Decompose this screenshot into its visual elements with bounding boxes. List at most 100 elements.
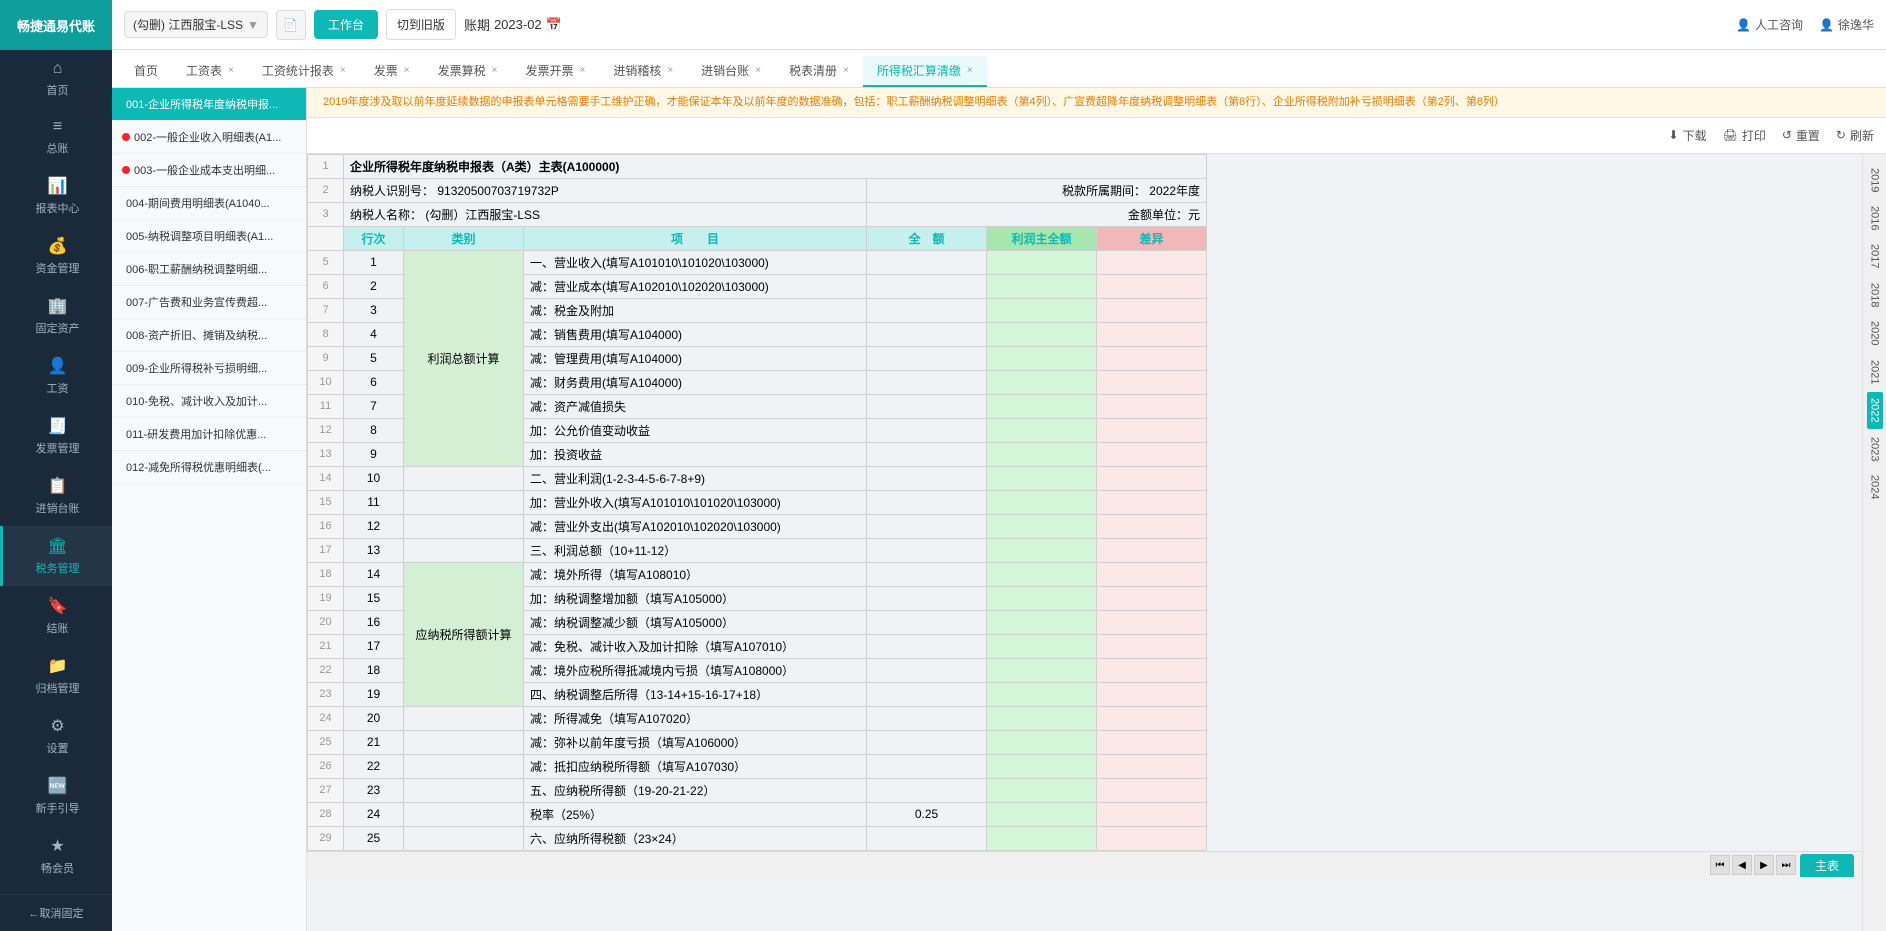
ai-consult-button[interactable]: 👤 人工咨询 (1736, 16, 1803, 33)
sheet-tabs: ⏮ ◀ ▶ ⏭ 主表 (307, 851, 1862, 879)
sidebar-item-sales[interactable]: 📋 进销台账 (0, 466, 112, 526)
col-header-diff: 差异 (1097, 226, 1207, 250)
sidebar-item-label: 发票管理 (36, 440, 80, 456)
sidebar-item-close[interactable]: 🔖 结账 (0, 586, 112, 646)
table-row: 25 21 减：弥补以前年度亏损（填写A106000） (308, 730, 1207, 754)
tab-invoice-tax[interactable]: 发票算税 × (424, 56, 512, 87)
year-nav-2018[interactable]: 2018 (1867, 277, 1883, 313)
table-row: 26 22 减：抵扣应纳税所得额（填写A107030） (308, 754, 1207, 778)
sheet-toolbar: ⬇ 下载 🖨 打印 ↺ 重置 ↻ 刷新 (307, 118, 1886, 154)
sidebar-item-guide[interactable]: 🆕 新手引导 (0, 766, 112, 826)
close-tab-invoice[interactable]: × (404, 65, 410, 76)
form-list-item-011[interactable]: 011-研发费用加计扣除优惠... (112, 418, 306, 451)
refresh-button[interactable]: ↻ 刷新 (1836, 127, 1874, 144)
sidebar-item-label: 畅会员 (41, 860, 74, 876)
sidebar-item-home[interactable]: ⌂ 首页 (0, 50, 112, 108)
close-tab-sales-check[interactable]: × (667, 65, 673, 76)
close-tab-invoice-tax[interactable]: × (492, 65, 498, 76)
print-icon: 🖨 (1723, 128, 1738, 142)
reset-button[interactable]: ↺ 重置 (1782, 127, 1820, 144)
workbench-button[interactable]: 工作台 (314, 10, 378, 39)
table-row: 15 11 加：营业外收入(填写A101010\101020\103000) (308, 490, 1207, 514)
tab-invoice[interactable]: 发票 × (360, 56, 424, 87)
payroll-icon: 👤 (48, 356, 68, 376)
sidebar-item-invoice[interactable]: 🧾 发票管理 (0, 406, 112, 466)
download-icon: ⬇ (1669, 128, 1679, 142)
sidebar-item-label: 设置 (47, 740, 69, 756)
sidebar-item-tax[interactable]: 🏛 税务管理 (0, 526, 112, 586)
form-list-item-012[interactable]: 012-减免所得税优惠明细表(... (112, 451, 306, 484)
tab-income-tax[interactable]: 所得税汇算清缴 × (863, 56, 987, 87)
sidebar-item-ledger[interactable]: ≡ 总账 (0, 108, 112, 166)
sidebar-nav: ⌂ 首页 ≡ 总账 📊 报表中心 💰 资金管理 🏢 固定资产 👤 工资 (0, 50, 112, 894)
tab-sales-check[interactable]: 进销稽核 × (599, 56, 687, 87)
form-list-item-001[interactable]: 001-企业所得税年度纳税申报... (112, 88, 306, 121)
sidebar-item-label: 固定资产 (36, 320, 80, 336)
close-tab-sales-ledger[interactable]: × (755, 65, 761, 76)
tab-payroll[interactable]: 工资表 × (172, 56, 248, 87)
sidebar-item-payroll[interactable]: 👤 工资 (0, 346, 112, 406)
warning-bar: 2019年度涉及取以前年度延续数据的申报表单元格需要手工维护正确，才能保证本年及… (307, 88, 1886, 118)
sheet-nav-next[interactable]: ▶ (1754, 855, 1774, 875)
sheet-tab-main[interactable]: 主表 (1800, 854, 1854, 877)
form-list-item-005[interactable]: 005-纳税调整项目明细表(A1... (112, 220, 306, 253)
sidebar-item-label: 进销台账 (36, 500, 80, 516)
spreadsheet-area: 1 企业所得税年度纳税申报表（A类）主表(A100000) 2 纳税人识别号： (307, 154, 1886, 931)
status-dot-002 (122, 133, 130, 141)
sheet-nav-last[interactable]: ⏭ (1776, 855, 1796, 875)
close-tab-invoice-open[interactable]: × (579, 65, 585, 76)
form-list-item-010[interactable]: 010-免税、减计收入及加计... (112, 385, 306, 418)
year-nav-2021[interactable]: 2021 (1867, 354, 1883, 390)
col-header-rownum (308, 226, 344, 250)
close-tab-tax-clearance[interactable]: × (843, 65, 849, 76)
sidebar-pin-toggle[interactable]: ←取消固定 (0, 894, 112, 931)
tab-invoice-open[interactable]: 发票开票 × (511, 56, 599, 87)
sheet-wrapper[interactable]: 1 企业所得税年度纳税申报表（A类）主表(A100000) 2 纳税人识别号： (307, 154, 1862, 931)
form-list-item-003[interactable]: 003-一般企业成本支出明细... (112, 154, 306, 187)
form-list-item-007[interactable]: 007-广告费和业务宣传费超... (112, 286, 306, 319)
tab-home[interactable]: 首页 (120, 56, 172, 87)
period-selector[interactable]: 账期 2023-02 📅 (464, 15, 562, 34)
print-button[interactable]: 🖨 打印 (1723, 127, 1766, 144)
old-version-button[interactable]: 切到旧版 (386, 9, 456, 40)
document-icon: 📄 (283, 18, 298, 32)
taxpayer-id-cell: 纳税人识别号： 91320500703719732P (344, 178, 867, 202)
form-list-item-004[interactable]: 004-期间费用明细表(A1040... (112, 187, 306, 220)
form-list-item-002[interactable]: 002-一般企业收入明细表(A1... (112, 121, 306, 154)
company-selector[interactable]: (勾删) 江西服宝-LSS ▼ (124, 11, 268, 38)
sidebar-item-member[interactable]: ★ 畅会员 (0, 826, 112, 886)
sidebar-item-archive[interactable]: 📁 归档管理 (0, 646, 112, 706)
report-icon: 📊 (48, 176, 68, 196)
tab-sales-ledger[interactable]: 进销台账 × (687, 56, 775, 87)
year-nav-2020[interactable]: 2020 (1867, 315, 1883, 351)
download-button[interactable]: ⬇ 下载 (1669, 127, 1707, 144)
tab-payroll-stats[interactable]: 工资统计报表 × (248, 56, 360, 87)
year-nav-2023[interactable]: 2023 (1867, 431, 1883, 467)
form-list-item-009[interactable]: 009-企业所得税补亏损明细... (112, 352, 306, 385)
form-list-item-008[interactable]: 008-资产折旧、摊销及纳税... (112, 319, 306, 352)
user-profile[interactable]: 👤 徐逸华 (1819, 16, 1874, 33)
sidebar-item-fund[interactable]: 💰 资金管理 (0, 226, 112, 286)
status-dot-003 (122, 166, 130, 174)
form-list-item-006[interactable]: 006-职工薪酬纳税调整明细... (112, 253, 306, 286)
sheet-nav-first[interactable]: ⏮ (1710, 855, 1730, 875)
year-nav-2022[interactable]: 2022 (1867, 392, 1883, 428)
sidebar-item-label: 结账 (47, 620, 69, 636)
year-nav-2019[interactable]: 2019 (1867, 162, 1883, 198)
close-tab-payroll-stats[interactable]: × (340, 65, 346, 76)
col-header-profit: 利润主全额 (987, 226, 1097, 250)
table-row: 16 12 减：营业外支出(填写A102010\102020\103000) (308, 514, 1207, 538)
sidebar-item-fixed-assets[interactable]: 🏢 固定资产 (0, 286, 112, 346)
year-nav-2016[interactable]: 2016 (1867, 200, 1883, 236)
year-nav-2017[interactable]: 2017 (1867, 238, 1883, 274)
sidebar-item-settings[interactable]: ⚙ 设置 (0, 706, 112, 766)
year-nav-2024[interactable]: 2024 (1867, 469, 1883, 505)
sheet-nav-prev[interactable]: ◀ (1732, 855, 1752, 875)
tab-tax-clearance[interactable]: 税表清册 × (775, 56, 863, 87)
close-tab-payroll[interactable]: × (228, 65, 234, 76)
document-icon-button[interactable]: 📄 (276, 10, 306, 40)
period-label: 账期 (464, 15, 490, 34)
close-tab-income-tax[interactable]: × (967, 65, 973, 76)
seq-cell: 1 (344, 250, 404, 274)
sidebar-item-report[interactable]: 📊 报表中心 (0, 166, 112, 226)
